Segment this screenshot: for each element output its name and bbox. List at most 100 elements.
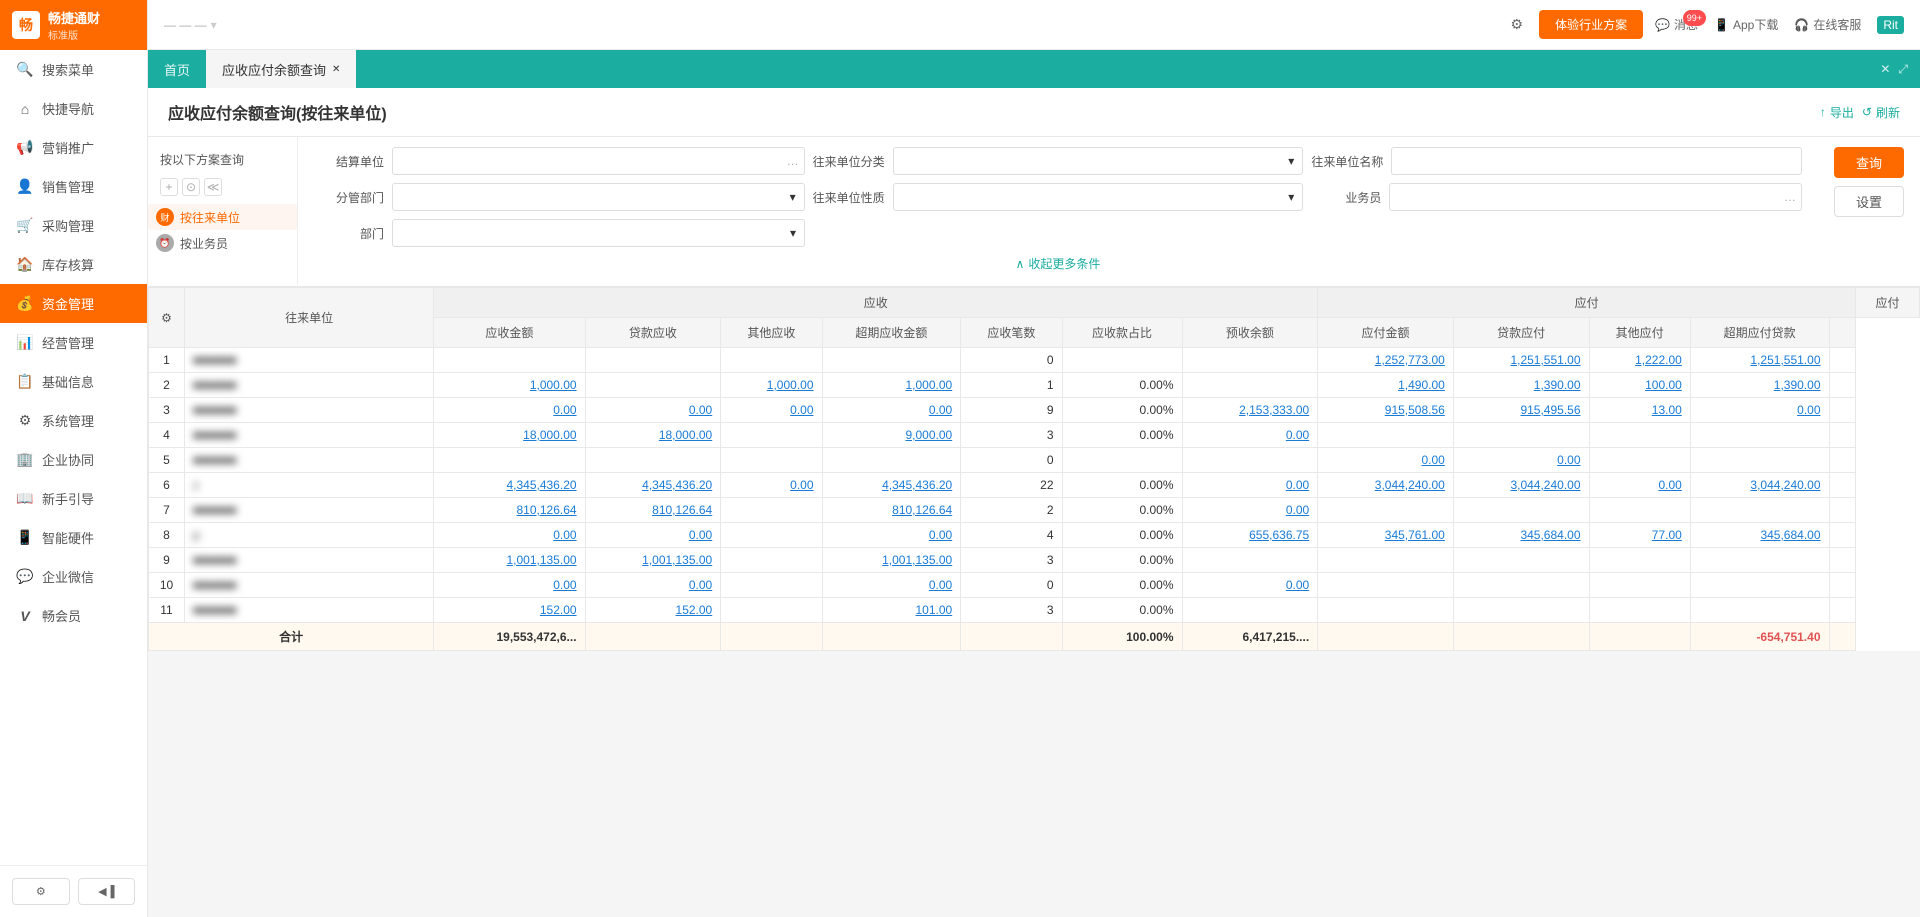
sidebar-item-purchase[interactable]: 🛒 采购管理 (0, 206, 147, 245)
col-ap-amount: 应付金额 (1318, 318, 1454, 348)
col-group-ar: 应收 (434, 288, 1318, 318)
scheme-collapse-btn[interactable]: ≪ (204, 178, 222, 196)
query-button[interactable]: 查询 (1834, 147, 1904, 178)
main-content: 应收应付余额查询(按往来单位) ↑ 导出 ↺ 刷新 按以下方案查询 + ⊙ ≪ (148, 88, 1920, 917)
salesman-dots-icon[interactable]: … (1784, 190, 1796, 204)
total-ap-other (1589, 623, 1690, 651)
scheme-options-btn[interactable]: ⊙ (182, 178, 200, 196)
unit-nature-select[interactable]: ▾ (893, 183, 1304, 211)
cell-ar_ratio: 0.00% (1062, 598, 1182, 623)
col-ar-overdue: 超期应收金额 (822, 318, 961, 348)
maximize-window-icon[interactable]: ⤢ (1898, 62, 1908, 77)
tab-close-icon[interactable]: ✕ (332, 64, 340, 75)
settings-icon: ⚙ (36, 885, 46, 898)
col-settings: ⚙ (149, 288, 185, 348)
cell-ap_loan (1453, 598, 1589, 623)
cell-ap_loan: 915,495.56 (1453, 398, 1589, 423)
cell-ap_other: 0.00 (1589, 473, 1690, 498)
scheme-header: 按以下方案查询 (148, 147, 297, 176)
cell-ap_amount: 0.00 (1318, 448, 1454, 473)
online-service-button[interactable]: 🎧 在线客服 (1794, 16, 1861, 33)
unit-category-chevron-icon: ▾ (1288, 154, 1294, 168)
total-ar-count (961, 623, 1062, 651)
unit-name-input[interactable] (1391, 147, 1802, 175)
app-download-button[interactable]: 📱 App下载 (1714, 16, 1778, 33)
finance-icon: 💰 (16, 295, 34, 312)
cell-ar_amount: 0.00 (434, 398, 585, 423)
col-settings-icon[interactable]: ⚙ (161, 311, 172, 325)
cell-ar_overdue: 0.00 (822, 523, 961, 548)
total-ap-amount (1318, 623, 1454, 651)
promo-button[interactable]: 体验行业方案 (1539, 10, 1643, 39)
table-row: 7■■■■■■810,126.64810,126.64810,126.6420.… (149, 498, 1920, 523)
cell-ap_amount (1318, 573, 1454, 598)
col-ar-prepay: 预收余额 (1182, 318, 1318, 348)
close-window-icon[interactable]: ✕ (1880, 62, 1890, 76)
sidebar-item-marketing[interactable]: 📢 营销推广 (0, 128, 147, 167)
cell-ar_amount: 18,000.00 (434, 423, 585, 448)
vip-icon: V (16, 608, 34, 624)
collapse-btn[interactable]: ◀▐ (78, 878, 136, 905)
user-profile[interactable]: Rit (1877, 18, 1904, 32)
sidebar-item-search[interactable]: 🔍 搜索菜单 (0, 50, 147, 89)
service-icon: 🎧 (1794, 18, 1809, 32)
sidebar-item-member[interactable]: V 畅会员 (0, 596, 147, 635)
sidebar-item-system[interactable]: ⚙ 系统管理 (0, 401, 147, 440)
cell-ap_loan: 0.00 (1453, 448, 1589, 473)
cell-ap_amount (1318, 548, 1454, 573)
filter-row-2: 分管部门 ▾ 往来单位性质 ▾ 业务员 (314, 183, 1802, 211)
filter-dept-manager: 分管部门 ▾ (314, 183, 805, 211)
filter-buttons: 查询 设置 (1818, 137, 1920, 286)
col-ar-amount: 应收金额 (434, 318, 585, 348)
row-num: 11 (149, 598, 185, 623)
settlement-input-wrap: … (392, 147, 805, 175)
cell-ap_overdue (1690, 573, 1829, 598)
sidebar-item-hardware[interactable]: 📱 智能硬件 (0, 518, 147, 557)
cell-ar_loan (585, 348, 721, 373)
dept-select[interactable]: ▾ (392, 219, 805, 247)
cell-ar_ratio: 0.00% (1062, 573, 1182, 598)
salesman-input[interactable] (1389, 183, 1802, 211)
cell-extra (1829, 448, 1855, 473)
cell-ap_other: 100.00 (1589, 373, 1690, 398)
messages-button[interactable]: 💬 消息 99+ (1655, 16, 1698, 33)
cell-ap_other (1589, 548, 1690, 573)
cell-ar_ratio: 0.00% (1062, 398, 1182, 423)
sidebar-item-nav[interactable]: ⌂ 快捷导航 (0, 89, 147, 128)
sidebar-item-management[interactable]: 📊 经营管理 (0, 323, 147, 362)
sidebar-item-basic[interactable]: 📋 基础信息 (0, 362, 147, 401)
scheme-staff-icon: ⏰ (156, 234, 174, 252)
salesman-input-wrap: … (1389, 183, 1802, 211)
cell-ar_loan (585, 373, 721, 398)
sidebar-item-finance[interactable]: 💰 资金管理 (0, 284, 147, 323)
sidebar-item-guide[interactable]: 📖 新手引导 (0, 479, 147, 518)
sidebar-item-sales[interactable]: 👤 销售管理 (0, 167, 147, 206)
collapse-filter-btn[interactable]: ∧ 收起更多条件 (314, 251, 1802, 276)
sidebar-item-corp[interactable]: 🏢 企业协同 (0, 440, 147, 479)
total-ar-prepay: 6,417,215.... (1182, 623, 1318, 651)
cell-extra (1829, 523, 1855, 548)
refresh-button[interactable]: ↺ 刷新 (1862, 104, 1900, 121)
tab-home[interactable]: 首页 (148, 50, 206, 88)
settings-btn[interactable]: ⚙ (12, 878, 70, 905)
cell-ap_amount (1318, 598, 1454, 623)
cell-ar_other (721, 448, 822, 473)
scheme-by-staff[interactable]: ⏰ 按业务员 (148, 230, 297, 256)
settlement-unit-input[interactable] (392, 147, 805, 175)
setting-button[interactable]: 设置 (1834, 186, 1904, 217)
refresh-icon: ↺ (1862, 105, 1872, 119)
dept-manager-select[interactable]: ▾ (392, 183, 805, 211)
cell-ap_other: 77.00 (1589, 523, 1690, 548)
table-row: 8p0.000.000.0040.00%655,636.75345,761.00… (149, 523, 1920, 548)
settlement-unit-dots-icon[interactable]: … (787, 154, 799, 168)
tab-ar-ap[interactable]: 应收应付余额查询 ✕ (206, 50, 356, 88)
sidebar-item-wechat[interactable]: 💬 企业微信 (0, 557, 147, 596)
scheme-by-unit[interactable]: 财 按往来单位 (148, 204, 297, 230)
export-button[interactable]: ↑ 导出 (1820, 104, 1854, 121)
header-gear-icon[interactable]: ⚙ (1507, 12, 1528, 37)
add-scheme-btn[interactable]: + (160, 178, 178, 196)
cell-ar_overdue: 810,126.64 (822, 498, 961, 523)
row-num: 4 (149, 423, 185, 448)
sidebar-item-inventory[interactable]: 🏠 库存核算 (0, 245, 147, 284)
unit-category-select[interactable]: ▾ (893, 147, 1304, 175)
